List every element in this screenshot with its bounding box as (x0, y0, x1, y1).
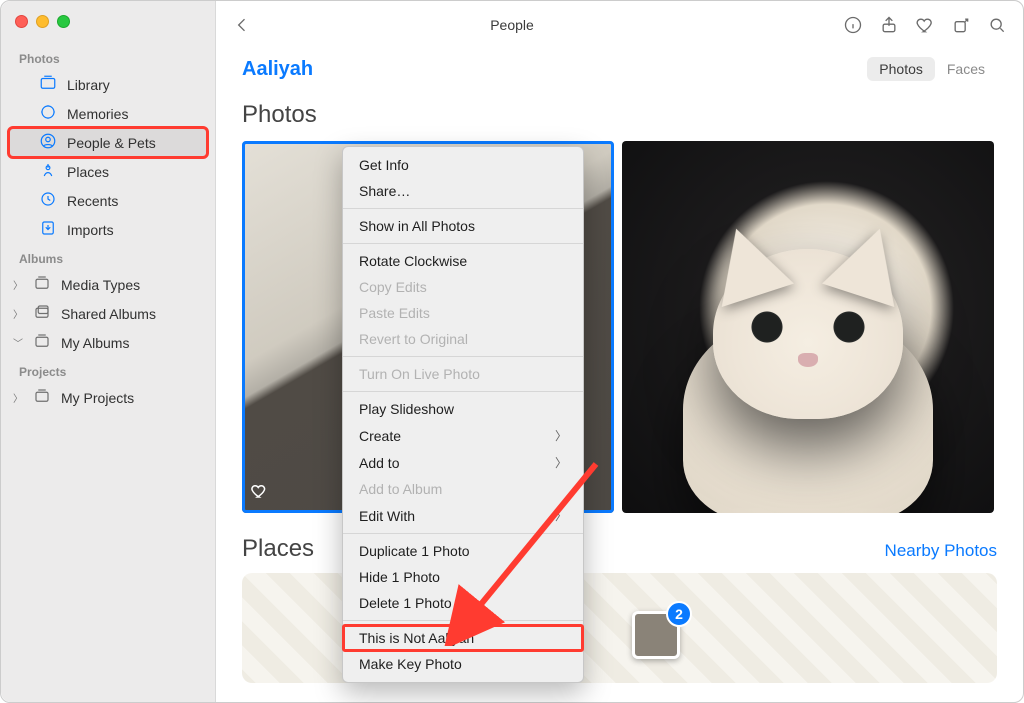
projects-icon (33, 387, 51, 408)
close-window-button[interactable] (15, 15, 28, 28)
people-pets-icon (39, 132, 57, 153)
sidebar-item-label: Imports (67, 222, 114, 238)
ctx-live-photo: Turn On Live Photo (343, 361, 583, 387)
sidebar-item-label: People & Pets (67, 135, 156, 151)
ctx-create[interactable]: Create〉 (343, 422, 583, 449)
ctx-paste-edits: Paste Edits (343, 300, 583, 326)
sidebar-item-label: Media Types (61, 277, 140, 293)
favorite-badge-icon (250, 482, 268, 505)
subheader: Aaliyah Photos Faces (216, 49, 1023, 91)
content-area: Photos Places (216, 91, 1023, 702)
favorite-icon[interactable] (915, 15, 935, 35)
ctx-add-to-album: Add to Album (343, 476, 583, 502)
album-icon (33, 274, 51, 295)
chevron-right-icon: 〉 (13, 390, 23, 405)
sidebar-item-label: Recents (67, 193, 118, 209)
chevron-right-icon: 〉 (13, 277, 23, 292)
sidebar-section-albums: Albums (9, 244, 207, 270)
window-traffic-lights (9, 11, 207, 44)
fullscreen-window-button[interactable] (57, 15, 70, 28)
ctx-add-to[interactable]: Add to〉 (343, 449, 583, 476)
person-name[interactable]: Aaliyah (242, 58, 313, 81)
ctx-delete[interactable]: Delete 1 Photo (343, 590, 583, 616)
library-icon (39, 74, 57, 95)
tab-photos[interactable]: Photos (867, 57, 935, 81)
view-segment: Photos Faces (867, 57, 997, 81)
toolbar: People (216, 1, 1023, 49)
photos-section-heading: Photos (242, 101, 997, 129)
recents-icon (39, 190, 57, 211)
sidebar-section-projects: Projects (9, 357, 207, 383)
sidebar-item-label: Places (67, 164, 109, 180)
chevron-right-icon: 〉 (555, 454, 567, 471)
sidebar-item-label: My Projects (61, 390, 134, 406)
ctx-make-key-photo[interactable]: Make Key Photo (343, 651, 583, 677)
ctx-rotate-clockwise[interactable]: Rotate Clockwise (343, 248, 583, 274)
photo-thumbnail[interactable] (622, 141, 994, 513)
ctx-edit-with[interactable]: Edit With〉 (343, 502, 583, 529)
memories-icon (39, 103, 57, 124)
back-button[interactable] (232, 15, 252, 35)
chevron-right-icon: 〉 (13, 306, 23, 321)
sidebar-item-media-types[interactable]: 〉 Media Types (9, 270, 207, 299)
window-title: People (490, 17, 534, 33)
context-menu: Get Info Share… Show in All Photos Rotat… (342, 146, 584, 683)
chevron-right-icon: 〉 (555, 507, 567, 524)
sidebar-section-photos: Photos (9, 44, 207, 70)
places-section-heading: Places (242, 535, 314, 563)
imports-icon (39, 219, 57, 240)
ctx-this-is-not-person[interactable]: This is Not Aaliyah (343, 625, 583, 651)
ctx-duplicate[interactable]: Duplicate 1 Photo (343, 538, 583, 564)
rotate-icon[interactable] (951, 15, 971, 35)
chevron-right-icon: 〉 (555, 427, 567, 444)
minimize-window-button[interactable] (36, 15, 49, 28)
sidebar-item-people-pets[interactable]: People & Pets (9, 128, 207, 157)
ctx-copy-edits: Copy Edits (343, 274, 583, 300)
ctx-play-slideshow[interactable]: Play Slideshow (343, 396, 583, 422)
ctx-revert-original: Revert to Original (343, 326, 583, 352)
sidebar-item-label: Memories (67, 106, 128, 122)
sidebar-item-recents[interactable]: Recents (9, 186, 207, 215)
sidebar: Photos Library Memories People & Pets Pl… (1, 1, 216, 702)
tab-faces[interactable]: Faces (935, 57, 997, 81)
search-icon[interactable] (987, 15, 1007, 35)
share-icon[interactable] (879, 15, 899, 35)
info-icon[interactable] (843, 15, 863, 35)
sidebar-item-label: Shared Albums (61, 306, 156, 322)
ctx-show-all-photos[interactable]: Show in All Photos (343, 213, 583, 239)
sidebar-item-imports[interactable]: Imports (9, 215, 207, 244)
map-count-badge: 2 (666, 601, 692, 627)
ctx-share[interactable]: Share… (343, 178, 583, 204)
sidebar-item-places[interactable]: Places (9, 157, 207, 186)
sidebar-item-memories[interactable]: Memories (9, 99, 207, 128)
nearby-photos-link[interactable]: Nearby Photos (885, 541, 997, 561)
sidebar-item-my-projects[interactable]: 〉 My Projects (9, 383, 207, 412)
sidebar-item-label: Library (67, 77, 110, 93)
ctx-hide[interactable]: Hide 1 Photo (343, 564, 583, 590)
places-icon (39, 161, 57, 182)
ctx-get-info[interactable]: Get Info (343, 152, 583, 178)
sidebar-item-library[interactable]: Library (9, 70, 207, 99)
shared-album-icon (33, 303, 51, 324)
main-content: People Aaliyah Photos Faces Photos (216, 1, 1023, 702)
sidebar-item-my-albums[interactable]: ﹀ My Albums (9, 328, 207, 357)
sidebar-item-label: My Albums (61, 335, 129, 351)
sidebar-item-shared-albums[interactable]: 〉 Shared Albums (9, 299, 207, 328)
album-icon (33, 332, 51, 353)
chevron-down-icon: ﹀ (13, 335, 23, 350)
